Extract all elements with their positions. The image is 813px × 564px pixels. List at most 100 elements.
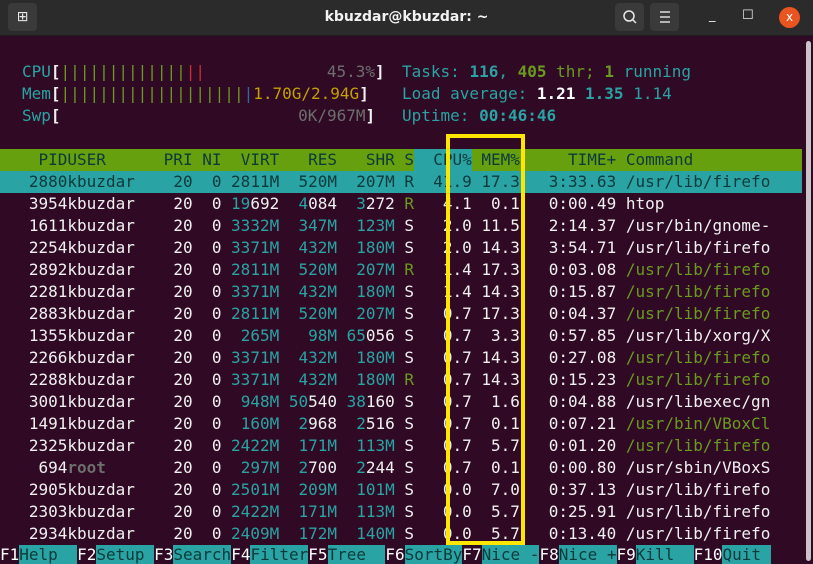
column-header-time[interactable]: TIME+	[520, 149, 616, 171]
column-header-command[interactable]: Command	[616, 149, 770, 171]
cell-res: 50540	[288, 392, 337, 411]
cell-time: 0:25.91	[548, 502, 617, 521]
cell-time: 0:03.08	[548, 260, 617, 279]
fkey-f8[interactable]: F8Nice +	[539, 545, 617, 564]
threads-label: thr;	[546, 62, 605, 81]
cell-ni: 0	[211, 260, 222, 279]
threads-count: 405	[517, 62, 547, 81]
fkey-f7[interactable]: F7Nice -	[462, 545, 540, 564]
process-row[interactable]: 2883kbuzdar 20 0 2811M 520M 207M S 0.7 17.3 0:04.…	[0, 303, 802, 325]
process-row[interactable]: 2254kbuzdar 20 0 3371M 432M 180M S 2.0 14.3 3:54.…	[0, 237, 802, 259]
cell-shr: 113M	[356, 502, 395, 521]
cell-user: kbuzdar	[67, 480, 135, 499]
fkey-f10[interactable]: F10Quit	[694, 545, 771, 564]
cell-res: 171M	[298, 436, 337, 455]
cell-shr: 3272	[356, 194, 395, 213]
cell-cmd: /usr/lib/firefo	[625, 480, 771, 499]
cell-res: 98M	[308, 326, 337, 345]
cell-shr: 180M	[356, 348, 395, 367]
process-row[interactable]: 2288kbuzdar 20 0 3371M 432M 180M R 0.7 14.3 0:15.…	[0, 369, 802, 391]
cell-cmd: /usr/lib/firefo	[625, 524, 771, 543]
fkey-f4[interactable]: F4Filter	[231, 545, 309, 564]
mem-bar-buffers: |	[243, 84, 254, 103]
process-row[interactable]: 1491kbuzdar 20 0 160M 2968 2516 S 0.7 0.1 0:07.21…	[0, 413, 802, 435]
cell-shr: 207M	[356, 172, 395, 191]
mem-meter: Mem[||||||||||||||||||||1.70G/2.94G]	[22, 83, 369, 105]
cell-time: 0:15.87	[548, 282, 617, 301]
cell-pid: 2288	[28, 370, 68, 389]
cell-pri: 20	[173, 392, 193, 411]
comma: ,	[498, 62, 518, 81]
cell-user: kbuzdar	[67, 524, 135, 543]
cell-res: 2968	[298, 414, 337, 433]
column-header-res[interactable]: RES	[279, 149, 337, 171]
running-label: running	[613, 62, 692, 81]
column-header-pid[interactable]: PID	[0, 149, 68, 171]
cell-virt: 3332M	[231, 216, 280, 235]
column-header-shr[interactable]: SHR	[337, 149, 395, 171]
fkey-key: F4	[231, 545, 251, 564]
fkey-f9[interactable]: F9Kill	[617, 545, 694, 564]
menu-button[interactable]	[650, 3, 679, 31]
cell-ni: 0	[211, 414, 222, 433]
cell-pid: 2880	[28, 172, 68, 191]
cell-res: 171M	[298, 502, 337, 521]
cell-shr: 123M	[356, 216, 395, 235]
cell-res: 520M	[298, 172, 337, 191]
process-row[interactable]: 2281kbuzdar 20 0 3371M 432M 180M S 1.4 14.3 0:15.…	[0, 281, 802, 303]
column-header-ni[interactable]: NI	[193, 149, 221, 171]
column-header-user[interactable]: USER	[67, 149, 154, 171]
cell-s: S	[404, 392, 415, 411]
cell-s: S	[404, 414, 415, 433]
terminal-area[interactable]: CPU[||||||||||||||| 45.3%] Mem[||||||||||…	[0, 37, 806, 564]
column-header-virt[interactable]: VIRT	[221, 149, 280, 171]
process-row[interactable]: 2934kbuzdar 20 0 2409M 172M 140M S 0.0 5.7 0:13.4…	[0, 523, 802, 545]
cell-pid: 3001	[28, 392, 68, 411]
cell-res: 209M	[298, 480, 337, 499]
process-row[interactable]: 1611kbuzdar 20 0 3332M 347M 123M S 2.0 11.5 2:14.…	[0, 215, 802, 237]
cell-time: 0:01.20	[548, 436, 617, 455]
search-button[interactable]	[615, 3, 644, 31]
mem-used-value: 1.70G	[253, 84, 302, 103]
cell-res: 520M	[298, 304, 337, 323]
fkey-f3[interactable]: F3Search	[154, 545, 232, 564]
cell-pri: 20	[173, 458, 193, 477]
fkey-key: F1	[0, 545, 20, 564]
process-row[interactable]: 3001kbuzdar 20 0 948M 50540 38160 S 0.7 1.6 0:04.…	[0, 391, 802, 413]
close-button[interactable]: x	[779, 7, 800, 28]
process-row[interactable]: 2325kbuzdar 20 0 2422M 171M 113M S 0.7 5.7 0:01.2…	[0, 435, 802, 457]
column-header-s[interactable]: S	[395, 149, 414, 171]
process-row[interactable]: 2880kbuzdar 20 0 2811M 520M 207M R 41.9 17.3 3:33…	[0, 171, 802, 193]
process-row[interactable]: 3954kbuzdar 20 0 19692 4084 3272 R 4.1 0.1 0:00.4…	[0, 193, 802, 215]
cell-cmd: /usr/libexec/gn	[625, 392, 771, 411]
cell-cmd: /usr/lib/xorg/X	[625, 326, 771, 345]
fkey-f6[interactable]: F6SortBy	[385, 545, 463, 564]
cell-res: 4084	[298, 194, 337, 213]
scrollbar[interactable]	[806, 41, 811, 561]
cell-ni: 0	[211, 238, 222, 257]
process-row[interactable]: 2892kbuzdar 20 0 2811M 520M 207M R 1.4 17.3 0:03.…	[0, 259, 802, 281]
fkey-f2[interactable]: F2Setup	[77, 545, 155, 564]
column-header-pri[interactable]: PRI	[154, 149, 193, 171]
process-row[interactable]: 2905kbuzdar 20 0 2501M 209M 101M S 0.0 7.0 0:37.1…	[0, 479, 802, 501]
cell-pri: 20	[173, 282, 193, 301]
cell-ni: 0	[211, 370, 222, 389]
cell-pri: 20	[173, 480, 193, 499]
fkey-label: Quit	[722, 545, 771, 564]
cell-s: R	[404, 260, 415, 279]
minimize-button[interactable]: _	[709, 8, 716, 23]
process-row[interactable]: 694root 20 0 297M 2700 2244 S 0.7 0.1 0:00.80/usr…	[0, 457, 802, 479]
fkey-f5[interactable]: F5Tree	[308, 545, 386, 564]
process-row[interactable]: 2303kbuzdar 20 0 2422M 171M 113M S 0.0 5.7 0:25.9…	[0, 501, 802, 523]
process-row[interactable]: 1355kbuzdar 20 0 265M 98M 65056 S 0.7 3.3 0:57.85…	[0, 325, 802, 347]
process-row[interactable]: 2266kbuzdar 20 0 3371M 432M 180M S 0.7 14.3 0:27.…	[0, 347, 802, 369]
cell-cmd: /usr/bin/gnome-	[625, 216, 771, 235]
cell-shr: 2516	[356, 414, 395, 433]
maximize-button[interactable]: ☐	[742, 8, 754, 23]
cell-res: 432M	[298, 238, 337, 257]
fkey-f1[interactable]: F1Help	[0, 545, 78, 564]
cell-pri: 20	[173, 304, 193, 323]
fkey-key: F2	[77, 545, 97, 564]
bracket-open: [	[50, 84, 61, 103]
cell-virt: 3371M	[231, 282, 280, 301]
